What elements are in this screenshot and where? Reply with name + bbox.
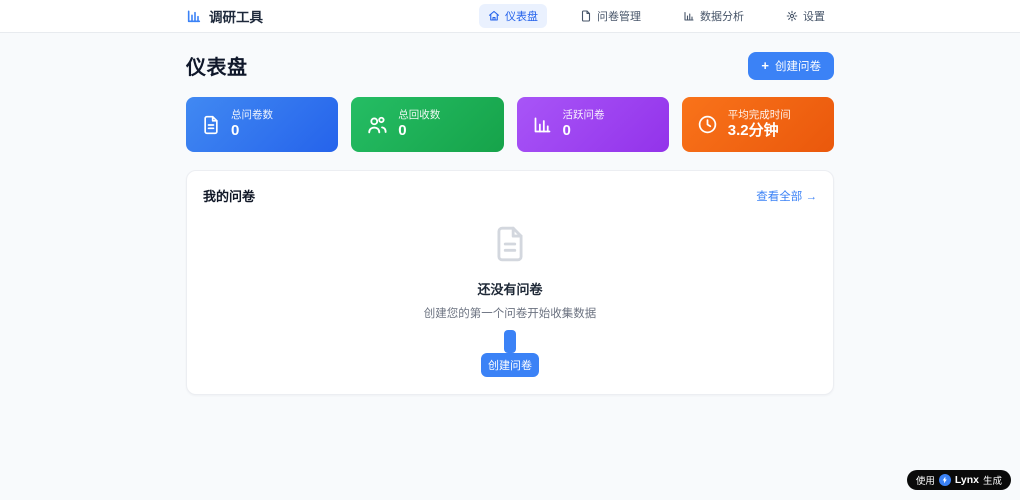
nav-item-label: 数据分析 xyxy=(700,11,744,23)
nav-item-settings[interactable]: 设置 xyxy=(777,4,834,28)
brand: 调研工具 xyxy=(186,6,263,26)
lynx-logo-icon xyxy=(938,474,951,486)
stats-row: 总问卷数 0 总回收数 0 活跃问卷 0 平均完成时间 3.2分钟 xyxy=(186,97,834,152)
nav-item-survey-management[interactable]: 问卷管理 xyxy=(571,4,650,28)
plus-icon: + xyxy=(761,58,769,73)
empty-state-subtitle: 创建您的第一个问卷开始收集数据 xyxy=(423,308,597,320)
nav-item-label: 设置 xyxy=(803,11,825,23)
file-text-icon xyxy=(201,114,221,136)
blue-bar-decoration xyxy=(504,330,516,353)
stat-label: 平均完成时间 xyxy=(727,108,791,121)
page-title: 仪表盘 xyxy=(186,57,248,79)
stat-label: 总问卷数 xyxy=(231,108,273,121)
made-with-lynx-badge[interactable]: 使用 Lynx 生成 xyxy=(906,470,1011,490)
stat-value: 0 xyxy=(562,122,571,140)
stat-label: 总回收数 xyxy=(398,108,441,121)
home-icon xyxy=(488,10,500,22)
create-survey-button[interactable]: + 创建问卷 xyxy=(748,51,834,80)
users-icon xyxy=(366,114,388,136)
top-navbar: 调研工具 仪表盘 问卷管理 数据分析 设置 xyxy=(0,0,1020,33)
stat-card-total-surveys: 总问卷数 0 xyxy=(186,97,339,152)
badge-prefix: 使用 xyxy=(915,476,935,487)
stat-value: 0 xyxy=(398,122,407,140)
bar-chart-icon xyxy=(532,114,553,135)
badge-suffix: 生成 xyxy=(982,476,1002,487)
empty-state: 还没有问卷 创建您的第一个问卷开始收集数据 创建问卷 xyxy=(187,209,833,377)
file-icon xyxy=(580,10,592,22)
app-title: 调研工具 xyxy=(209,10,263,25)
stat-card-total-responses: 总回收数 0 xyxy=(351,97,504,152)
clock-icon xyxy=(697,114,718,135)
stat-label: 活跃问卷 xyxy=(562,108,605,121)
panel-title: 我的问卷 xyxy=(203,189,256,204)
stat-value: 3.2分钟 xyxy=(727,122,779,140)
bar-chart-logo-icon xyxy=(186,8,202,24)
nav-item-label: 仪表盘 xyxy=(505,11,538,23)
bar-chart-icon xyxy=(683,10,695,22)
empty-state-title: 还没有问卷 xyxy=(477,282,543,297)
panel-header: 我的问卷 查看全部 → xyxy=(187,171,833,209)
stat-card-avg-completion-time: 平均完成时间 3.2分钟 xyxy=(681,97,834,152)
nav-item-label: 问卷管理 xyxy=(597,11,641,23)
empty-create-survey-button[interactable]: 创建问卷 xyxy=(481,353,539,377)
view-all-link[interactable]: 查看全部 → xyxy=(756,188,817,204)
gear-icon xyxy=(786,10,798,22)
my-surveys-panel: 我的问卷 查看全部 → 还没有问卷 创建您的第一个问卷开始收集数据 创建问卷 xyxy=(186,170,834,395)
badge-brand: Lynx xyxy=(954,474,979,486)
stat-value: 0 xyxy=(231,122,240,140)
document-empty-icon xyxy=(491,225,529,268)
nav-item-data-analysis[interactable]: 数据分析 xyxy=(674,4,753,28)
page-header: 仪表盘 + 创建问卷 xyxy=(186,51,834,80)
main-content: 仪表盘 + 创建问卷 总问卷数 0 总回收数 0 活跃问卷 0 平均完成时间 3… xyxy=(186,33,834,395)
stat-card-active-surveys: 活跃问卷 0 xyxy=(516,97,669,152)
nav-item-dashboard[interactable]: 仪表盘 xyxy=(479,4,547,28)
main-nav: 仪表盘 问卷管理 数据分析 设置 xyxy=(479,4,834,28)
